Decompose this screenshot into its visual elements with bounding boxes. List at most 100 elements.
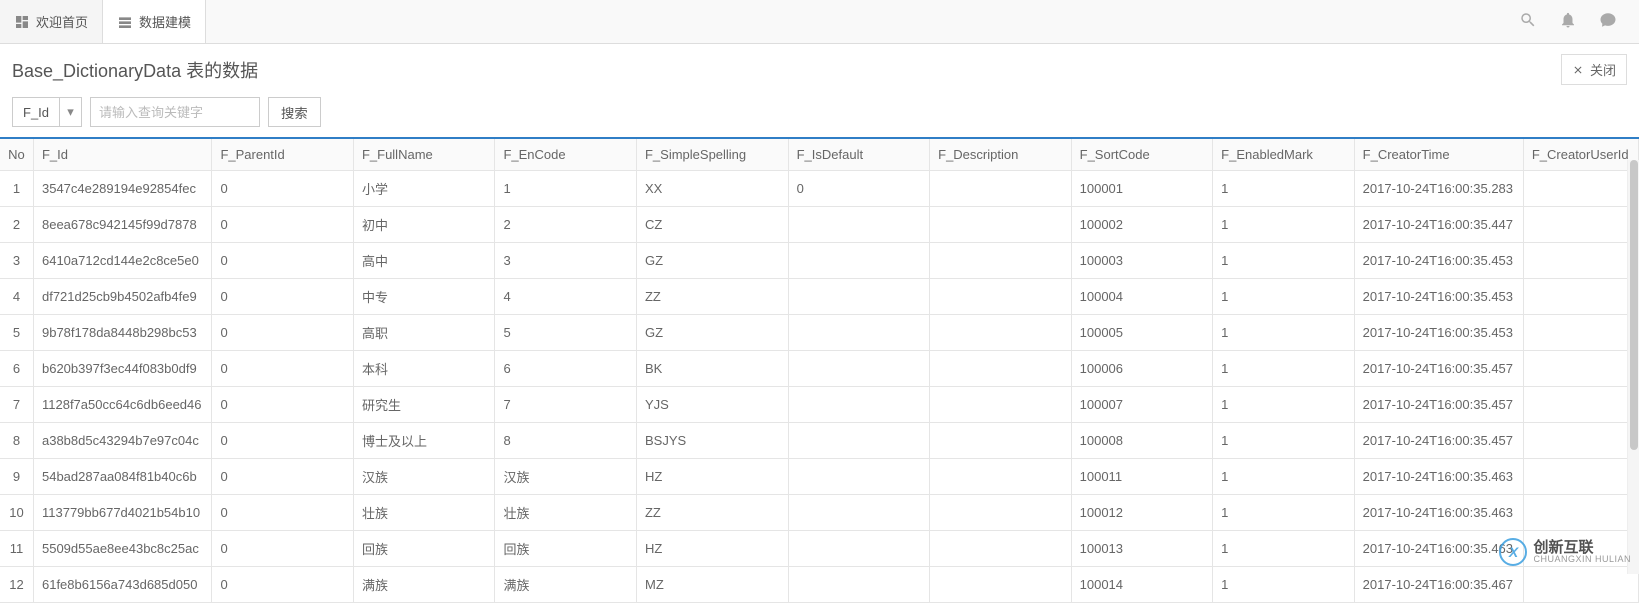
- col-description[interactable]: F_Description: [930, 139, 1072, 171]
- tab-home[interactable]: 欢迎首页: [0, 0, 103, 43]
- search-icon[interactable]: [1519, 11, 1537, 32]
- cell: a38b8d5c43294b7e97c04c: [33, 423, 211, 459]
- cell: 100004: [1071, 279, 1213, 315]
- cell: 0: [212, 351, 354, 387]
- tab-data-model[interactable]: 数据建模: [103, 0, 206, 43]
- cell: [930, 315, 1072, 351]
- table-row[interactable]: 36410a712cd144e2c8ce5e00高中3GZ10000312017…: [0, 243, 1639, 279]
- cell: ZZ: [636, 495, 788, 531]
- col-creatortime[interactable]: F_CreatorTime: [1354, 139, 1523, 171]
- cell: [788, 387, 930, 423]
- close-label: 关闭: [1590, 60, 1616, 79]
- cell: 满族: [353, 567, 495, 603]
- cell: [1523, 207, 1638, 243]
- col-sortcode[interactable]: F_SortCode: [1071, 139, 1213, 171]
- table-row[interactable]: 115509d55ae8ee43bc8c25ac0回族回族HZ100013120…: [0, 531, 1639, 567]
- cell: 100014: [1071, 567, 1213, 603]
- cell: 满族: [495, 567, 637, 603]
- table-row[interactable]: 954bad287aa084f81b40c6b0汉族汉族HZ1000111201…: [0, 459, 1639, 495]
- table-row[interactable]: 8a38b8d5c43294b7e97c04c0博士及以上8BSJYS10000…: [0, 423, 1639, 459]
- search-input[interactable]: [90, 97, 260, 127]
- tab-label: 数据建模: [139, 12, 191, 31]
- cell: 54bad287aa084f81b40c6b: [33, 459, 211, 495]
- cell: 2017-10-24T16:00:35.457: [1354, 351, 1523, 387]
- table-row[interactable]: 71128f7a50cc64c6db6eed460研究生7YJS10000712…: [0, 387, 1639, 423]
- scrollbar-vertical[interactable]: [1627, 160, 1639, 574]
- chevron-down-icon: ▾: [59, 98, 81, 126]
- col-creatoruserid[interactable]: F_CreatorUserId: [1523, 139, 1638, 171]
- cell: 回族: [495, 531, 637, 567]
- cell: 2017-10-24T16:00:35.463: [1354, 531, 1523, 567]
- cell: 8: [0, 423, 33, 459]
- col-simplespelling[interactable]: F_SimpleSpelling: [636, 139, 788, 171]
- table-row[interactable]: 13547c4e289194e92854fec0小学1XX01000011201…: [0, 171, 1639, 207]
- cell: HZ: [636, 531, 788, 567]
- table-row[interactable]: 6b620b397f3ec44f083b0df90本科6BK1000061201…: [0, 351, 1639, 387]
- cell: YJS: [636, 387, 788, 423]
- cell: 0: [212, 207, 354, 243]
- close-button[interactable]: 关闭: [1561, 54, 1627, 85]
- cell: [930, 351, 1072, 387]
- table-row[interactable]: 10113779bb677d4021b54b100壮族壮族ZZ100012120…: [0, 495, 1639, 531]
- cell: 6410a712cd144e2c8ce5e0: [33, 243, 211, 279]
- col-encode[interactable]: F_EnCode: [495, 139, 637, 171]
- cell: 0: [212, 567, 354, 603]
- table-row[interactable]: 59b78f178da8448b298bc530高职5GZ10000512017…: [0, 315, 1639, 351]
- cell: 6: [0, 351, 33, 387]
- cell: 8: [495, 423, 637, 459]
- cell: [1523, 279, 1638, 315]
- col-isdefault[interactable]: F_IsDefault: [788, 139, 930, 171]
- scrollbar-thumb[interactable]: [1630, 160, 1638, 450]
- cell: 1: [1213, 567, 1355, 603]
- cell: 1: [495, 171, 637, 207]
- table-row[interactable]: 1261fe8b6156a743d685d0500满族满族MZ100014120…: [0, 567, 1639, 603]
- col-fullname[interactable]: F_FullName: [353, 139, 495, 171]
- cell: 1: [0, 171, 33, 207]
- cell: 2017-10-24T16:00:35.447: [1354, 207, 1523, 243]
- cell: 2017-10-24T16:00:35.463: [1354, 459, 1523, 495]
- cell: 0: [212, 459, 354, 495]
- cell: [930, 459, 1072, 495]
- search-button[interactable]: 搜索: [268, 97, 321, 127]
- cell: [788, 315, 930, 351]
- cell: 100007: [1071, 387, 1213, 423]
- cell: 2: [0, 207, 33, 243]
- cell: 0: [212, 243, 354, 279]
- cell: 壮族: [353, 495, 495, 531]
- cell: ZZ: [636, 279, 788, 315]
- cell: 1: [1213, 423, 1355, 459]
- cell: [1523, 459, 1638, 495]
- cell: 1: [1213, 531, 1355, 567]
- cell: 2017-10-24T16:00:35.457: [1354, 387, 1523, 423]
- col-no[interactable]: No: [0, 139, 33, 171]
- cell: [930, 531, 1072, 567]
- cell: [1523, 171, 1638, 207]
- cell: [930, 387, 1072, 423]
- field-dropdown[interactable]: F_Id ▾: [12, 97, 82, 127]
- cell: 3: [0, 243, 33, 279]
- cell: 0: [212, 387, 354, 423]
- cell: 2017-10-24T16:00:35.457: [1354, 423, 1523, 459]
- cell: XX: [636, 171, 788, 207]
- col-parentid[interactable]: F_ParentId: [212, 139, 354, 171]
- table-row[interactable]: 28eea678c942145f99d78780初中2CZ10000212017…: [0, 207, 1639, 243]
- col-id[interactable]: F_Id: [33, 139, 211, 171]
- chat-icon[interactable]: [1599, 11, 1617, 32]
- cell: 100002: [1071, 207, 1213, 243]
- cell: 5509d55ae8ee43bc8c25ac: [33, 531, 211, 567]
- cell: 8eea678c942145f99d7878: [33, 207, 211, 243]
- table-row[interactable]: 4df721d25cb9b4502afb4fe90中专4ZZ1000041201…: [0, 279, 1639, 315]
- cell: b620b397f3ec44f083b0df9: [33, 351, 211, 387]
- top-right-icons: [1519, 11, 1639, 32]
- col-enabledmark[interactable]: F_EnabledMark: [1213, 139, 1355, 171]
- cell: 2017-10-24T16:00:35.453: [1354, 279, 1523, 315]
- cell: BSJYS: [636, 423, 788, 459]
- cell: 1: [1213, 279, 1355, 315]
- cell: [788, 243, 930, 279]
- cell: [1523, 567, 1638, 603]
- tab-label: 欢迎首页: [36, 12, 88, 31]
- bell-icon[interactable]: [1559, 11, 1577, 32]
- cell: 5: [495, 315, 637, 351]
- cell: 中专: [353, 279, 495, 315]
- cell: [1523, 387, 1638, 423]
